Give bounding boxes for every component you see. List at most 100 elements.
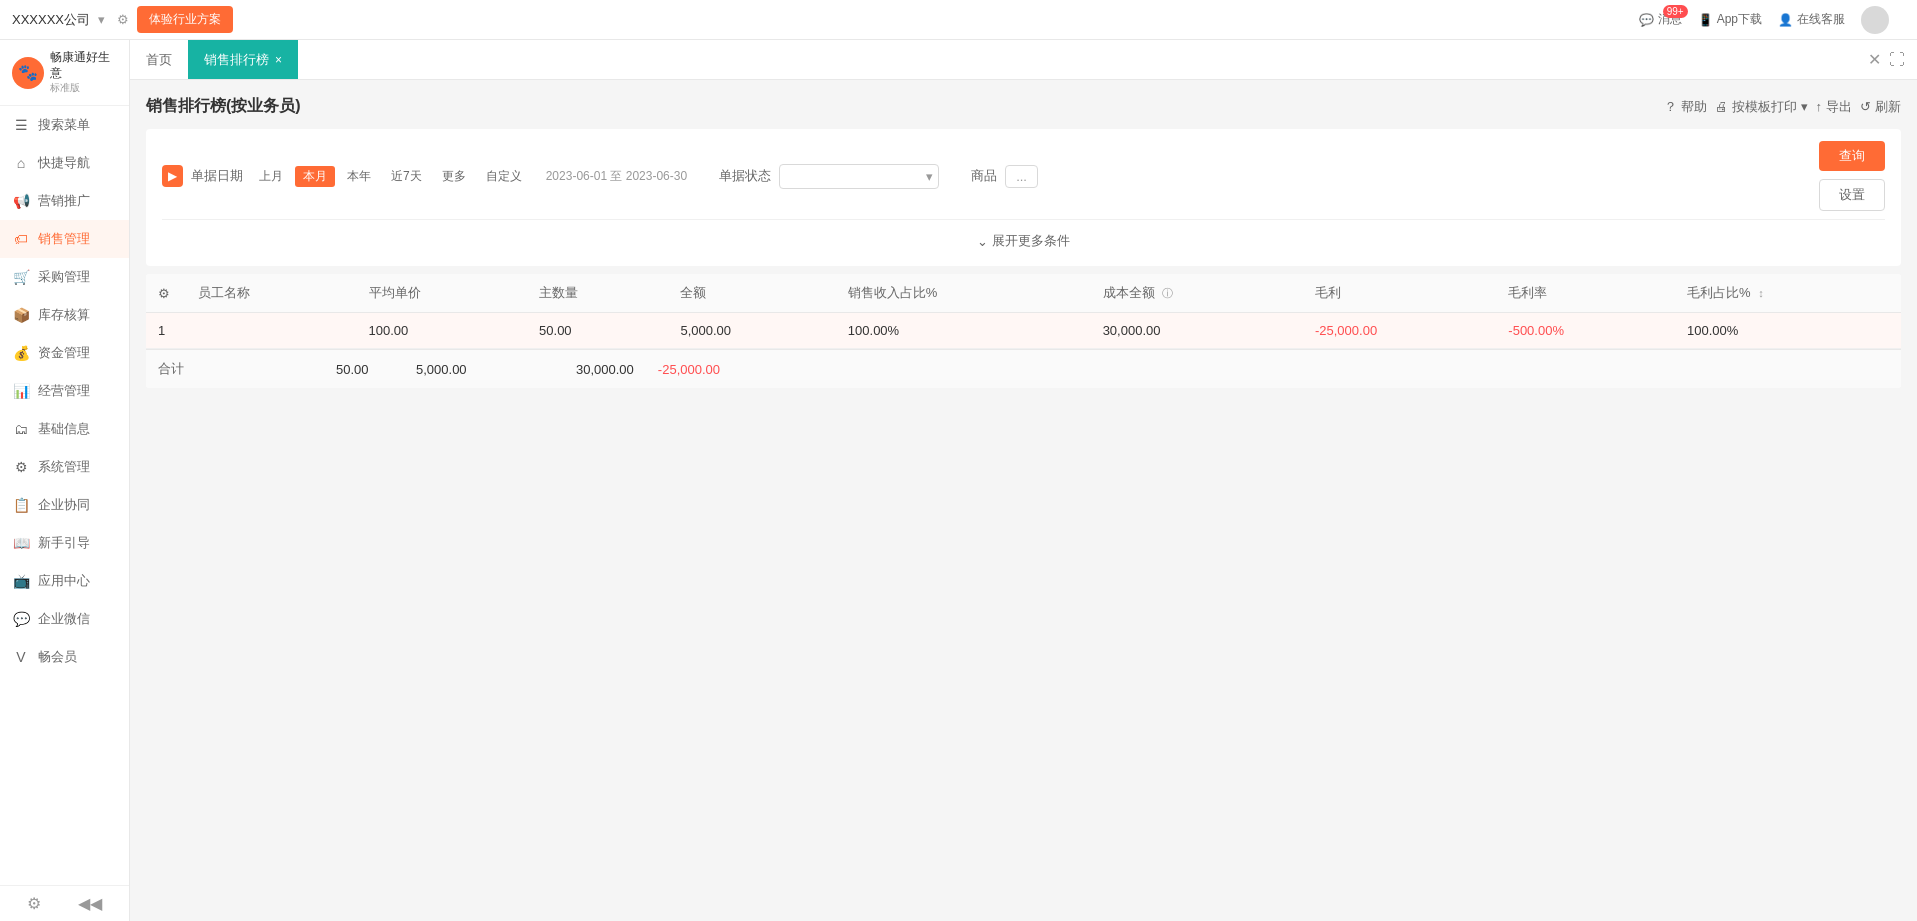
logo-icon: 🐾	[12, 57, 44, 89]
query-button[interactable]: 查询	[1819, 141, 1885, 171]
sidebar-item-system[interactable]: ⚙ 系统管理	[0, 448, 129, 486]
sidebar-item-purchase[interactable]: 🛒 采购管理	[0, 258, 129, 296]
cell-sales-ratio: 100.00%	[836, 313, 1091, 349]
sidebar-item-quick-nav[interactable]: ⌂ 快捷导航	[0, 144, 129, 182]
sidebar-label-operations: 经营管理	[38, 382, 90, 400]
header-actions: ？ 帮助 🖨 按模板打印 ▾ ↑ 导出 ↺	[1664, 98, 1902, 116]
gross-ratio-sort-icon[interactable]: ↕	[1758, 287, 1764, 299]
tab-sales-ranking[interactable]: 销售排行榜 ×	[188, 40, 298, 79]
th-settings[interactable]: ⚙	[146, 274, 186, 313]
sidebar-item-funds[interactable]: 💰 资金管理	[0, 334, 129, 372]
refresh-button[interactable]: ↺ 刷新	[1860, 98, 1901, 116]
date-option-custom[interactable]: 自定义	[478, 166, 530, 187]
tab-bar: 首页 销售排行榜 × ✕ ⛶	[130, 40, 1917, 80]
sidebar-item-enterprise-collab[interactable]: 📋 企业协同	[0, 486, 129, 524]
filter-left: ▶ 单据日期 上月 本月 本年 近7天 更多 自定义 202	[162, 164, 1803, 189]
content-area: 首页 销售排行榜 × ✕ ⛶ 销售排行榜(按业务员) ？	[130, 40, 1917, 921]
online-service-button[interactable]: 👤 在线客服	[1778, 11, 1845, 28]
sidebar-settings-icon[interactable]: ⚙	[27, 894, 41, 913]
sidebar-icon-quick-nav: ⌂	[12, 154, 30, 172]
print-dropdown-icon[interactable]: ▾	[1801, 99, 1808, 114]
status-select[interactable]	[779, 164, 939, 189]
sidebar-item-app-center[interactable]: 📺 应用中心	[0, 562, 129, 600]
table-footer: 合计 50.00 5,000.00 30,000.00 -25,000.00	[146, 349, 1901, 388]
page-header: 销售排行榜(按业务员) ？ 帮助 🖨 按模板打印 ▾ ↑	[146, 96, 1901, 117]
sidebar-bottom: ⚙ ◀◀	[0, 885, 129, 921]
sidebar-item-sales[interactable]: 🏷 销售管理	[0, 220, 129, 258]
date-option-more[interactable]: 更多	[434, 166, 474, 187]
right-panel: 查询 设置	[1819, 141, 1885, 211]
trial-button[interactable]: 体验行业方案	[137, 6, 233, 33]
sidebar-items-container: ☰ 搜索菜单 ⌂ 快捷导航 📢 营销推广 🏷 销售管理 🛒 采购管理 📦 库存核…	[0, 106, 129, 676]
page-content: 销售排行榜(按业务员) ？ 帮助 🖨 按模板打印 ▾ ↑	[130, 80, 1917, 921]
sidebar-icon-enterprise-collab: 📋	[12, 496, 30, 514]
table-container: ⚙ 员工名称 平均单价 主数量 全额 销售收入占比% 成本全额 ⓘ 毛利 毛利率…	[146, 274, 1901, 388]
sidebar-item-vip[interactable]: V 畅会员	[0, 638, 129, 676]
th-cost-amount: 成本全额 ⓘ	[1091, 274, 1303, 313]
sidebar-item-basic-info[interactable]: 🗂 基础信息	[0, 410, 129, 448]
date-option-this-month[interactable]: 本月	[295, 166, 335, 187]
tab-sales-ranking-label: 销售排行榜	[204, 51, 269, 69]
date-option-this-year[interactable]: 本年	[339, 166, 379, 187]
export-icon: ↑	[1816, 99, 1823, 114]
sidebar-icon-basic-info: 🗂	[12, 420, 30, 438]
logo-area: 🐾 畅康通好生意 标准版	[0, 40, 129, 106]
top-bar-right: 💬 消息 99+ 📱 App下载 👤 在线客服	[1639, 6, 1905, 34]
app-download-label: App下载	[1717, 11, 1762, 28]
sidebar-icon-app-center: 📺	[12, 572, 30, 590]
sidebar-label-enterprise-collab: 企业协同	[38, 496, 90, 514]
tab-close-window-icon[interactable]: ✕	[1868, 50, 1881, 69]
sidebar-item-beginner-guide[interactable]: 📖 新手引导	[0, 524, 129, 562]
footer-amount: 5,000.00	[404, 362, 484, 377]
cell-rank: 1	[146, 313, 186, 349]
logo-title: 畅康通好生意	[50, 50, 117, 81]
cell-name	[186, 313, 357, 349]
tab-bar-right: ✕ ⛶	[1868, 50, 1917, 69]
sidebar-item-enterprise-wechat[interactable]: 💬 企业微信	[0, 600, 129, 638]
settings-icon[interactable]: ⚙	[117, 12, 129, 27]
help-button[interactable]: ？ 帮助	[1664, 98, 1707, 116]
cell-gross-ratio: 100.00%	[1675, 313, 1901, 349]
sidebar-item-operations[interactable]: 📊 经营管理	[0, 372, 129, 410]
th-gross-rate: 毛利率	[1496, 274, 1675, 313]
data-table: ⚙ 员工名称 平均单价 主数量 全额 销售收入占比% 成本全额 ⓘ 毛利 毛利率…	[146, 274, 1901, 349]
expand-conditions-button[interactable]: ⌄ 展开更多条件	[162, 228, 1885, 254]
goods-select[interactable]: ...	[1005, 165, 1038, 188]
date-option-7days[interactable]: 近7天	[383, 166, 430, 187]
cell-cost-amount: 30,000.00	[1091, 313, 1303, 349]
sidebar-item-search-order[interactable]: ☰ 搜索菜单	[0, 106, 129, 144]
company-name: XXXXXX公司	[12, 11, 90, 29]
logo-text-area: 畅康通好生意 标准版	[50, 50, 117, 95]
th-gross-ratio: 毛利占比% ↕	[1675, 274, 1901, 313]
tab-close-icon[interactable]: ×	[275, 53, 282, 67]
sidebar-item-marketing[interactable]: 📢 营销推广	[0, 182, 129, 220]
th-main-qty: 主数量	[527, 274, 668, 313]
tab-expand-icon[interactable]: ⛶	[1889, 51, 1905, 69]
date-option-last-month[interactable]: 上月	[251, 166, 291, 187]
sidebar-icon-inventory: 📦	[12, 306, 30, 324]
message-button[interactable]: 💬 消息 99+	[1639, 11, 1682, 28]
settings-button[interactable]: 设置	[1819, 179, 1885, 211]
sidebar-icon-funds: 💰	[12, 344, 30, 362]
help-icon: ？	[1664, 98, 1677, 116]
company-dropdown-icon[interactable]: ▾	[98, 12, 105, 27]
sidebar-label-app-center: 应用中心	[38, 572, 90, 590]
sidebar-label-beginner-guide: 新手引导	[38, 534, 90, 552]
avatar[interactable]	[1861, 6, 1889, 34]
expand-conditions-row: ⌄ 展开更多条件	[162, 219, 1885, 254]
app-download-button[interactable]: 📱 App下载	[1698, 11, 1762, 28]
sidebar-item-inventory[interactable]: 📦 库存核算	[0, 296, 129, 334]
cost-info-icon[interactable]: ⓘ	[1162, 287, 1173, 299]
sidebar-icon-marketing: 📢	[12, 192, 30, 210]
print-icon: 🖨	[1715, 99, 1728, 114]
filter-expand-arrow[interactable]: ▶	[162, 165, 183, 187]
sidebar-collapse-icon[interactable]: ◀◀	[78, 894, 102, 913]
sidebar-icon-purchase: 🛒	[12, 268, 30, 286]
page-title: 销售排行榜(按业务员)	[146, 96, 301, 117]
tab-home[interactable]: 首页	[130, 40, 188, 79]
sidebar-label-funds: 资金管理	[38, 344, 90, 362]
sidebar-label-search-order: 搜索菜单	[38, 116, 90, 134]
export-button[interactable]: ↑ 导出	[1816, 98, 1853, 116]
cell-gross-rate: -500.00%	[1496, 313, 1675, 349]
print-button[interactable]: 🖨 按模板打印 ▾	[1715, 98, 1808, 116]
